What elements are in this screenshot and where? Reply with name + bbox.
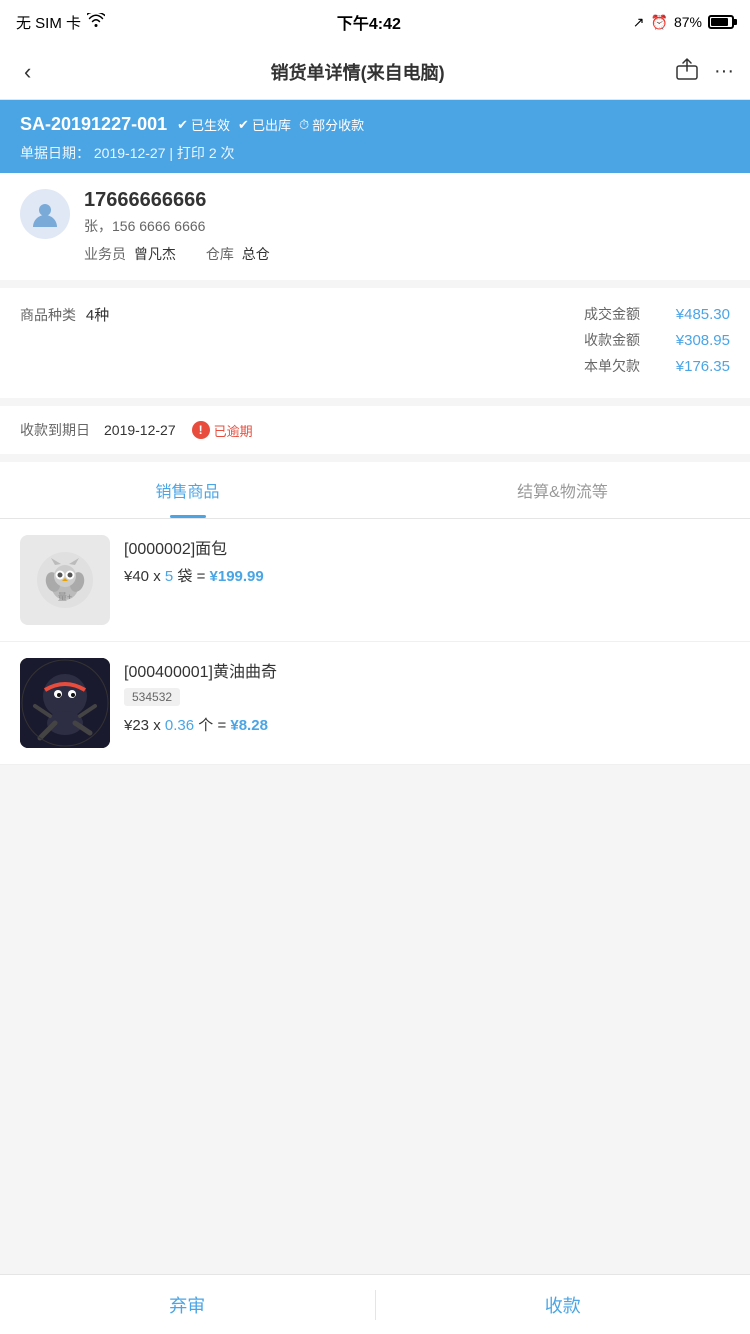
tabs-section: 销售商品 结算&物流等 — [0, 462, 750, 519]
product-types: 商品种类 4种 — [20, 304, 109, 325]
order-banner: SA-20191227-001 ✔ 已生效 ✔ 已出库 ⏱ 部分收款 单据日期：… — [0, 100, 750, 173]
amounts-row: 商品种类 4种 成交金额 ¥485.30 收款金额 ¥308.95 本单欠款 ¥… — [20, 304, 730, 382]
product-price-2: ¥23 x 0.36 个 = ¥8.28 — [124, 714, 730, 735]
check-icon-2: ✔ — [238, 117, 249, 133]
product-item-2: [000400001]黄油曲奇 534532 ¥23 x 0.36 个 = ¥8… — [0, 642, 750, 765]
overdue-icon: ! — [192, 421, 210, 439]
product-list: 量+ [0000002]面包 ¥40 x 5 袋 = ¥199.99 — [0, 519, 750, 765]
location-icon: ↗ — [633, 14, 645, 31]
order-id: SA-20191227-001 — [20, 114, 167, 135]
customer-section: 17666666666 张，156 6666 6666 业务员 曾凡杰 仓库 总… — [0, 173, 750, 288]
confirm-button[interactable]: 收款 — [376, 1276, 750, 1334]
status-partial-received: ⏱ 部分收款 — [299, 115, 364, 134]
status-time: 下午4:42 — [337, 10, 401, 34]
nav-bar: ‹ 销货单详情(来自电脑) ··· — [0, 44, 750, 100]
warehouse: 仓库 总仓 — [206, 244, 270, 264]
tab-settlement[interactable]: 结算&物流等 — [375, 462, 750, 518]
page-title: 销货单详情(来自电脑) — [271, 59, 445, 85]
back-button[interactable]: ‹ — [16, 51, 39, 93]
status-shipped: ✔ 已出库 — [238, 115, 291, 134]
owed-amount-line: 本单欠款 ¥176.35 — [584, 356, 730, 376]
due-section: 收款到期日 2019-12-27 ! 已逾期 — [0, 406, 750, 462]
overdue-badge: ! 已逾期 — [192, 421, 253, 440]
due-label: 收款到期日 — [20, 420, 90, 440]
clock-icon: ⏱ — [299, 117, 309, 133]
order-date: 单据日期： 2019-12-27 | 打印 2 次 — [20, 143, 730, 163]
bottom-bar: 弃审 收款 — [0, 1274, 750, 1334]
product-details-2: [000400001]黄油曲奇 534532 ¥23 x 0.36 个 = ¥8… — [124, 658, 730, 735]
product-sku-2: 534532 — [124, 688, 180, 706]
product-name-1: [0000002]面包 — [124, 535, 730, 559]
customer-avatar — [20, 189, 70, 239]
alarm-icon: ⏰ — [651, 14, 668, 31]
customer-meta: 业务员 曾凡杰 仓库 总仓 — [84, 244, 730, 264]
nav-actions: ··· — [676, 58, 734, 86]
product-details-1: [0000002]面包 ¥40 x 5 袋 = ¥199.99 — [124, 535, 730, 586]
amounts-section: 商品种类 4种 成交金额 ¥485.30 收款金额 ¥308.95 本单欠款 ¥… — [0, 288, 750, 406]
product-thumb-1: 量+ — [20, 535, 110, 625]
share-button[interactable] — [676, 58, 698, 86]
product-name-2: [000400001]黄油曲奇 — [124, 658, 730, 682]
due-date: 2019-12-27 — [104, 422, 176, 438]
status-left: 无 SIM 卡 — [16, 12, 105, 33]
svg-text:量+: 量+ — [58, 592, 72, 602]
status-bar: 无 SIM 卡 下午4:42 ↗ ⏰ 87% — [0, 0, 750, 44]
customer-name-phone: 张，156 6666 6666 — [84, 216, 730, 236]
received-amount-line: 收款金额 ¥308.95 — [584, 330, 730, 350]
status-effected: ✔ 已生效 — [177, 115, 230, 134]
overdue-text: 已逾期 — [214, 421, 253, 440]
product-thumb-2 — [20, 658, 110, 748]
check-icon-1: ✔ — [177, 117, 188, 133]
carrier-text: 无 SIM 卡 — [16, 12, 81, 33]
battery-icon — [708, 15, 734, 29]
customer-phone: 17666666666 — [84, 189, 730, 212]
status-tags: ✔ 已生效 ✔ 已出库 ⏱ 部分收款 — [177, 115, 364, 134]
order-banner-top: SA-20191227-001 ✔ 已生效 ✔ 已出库 ⏱ 部分收款 — [20, 114, 730, 135]
sales-person: 业务员 曾凡杰 — [84, 244, 176, 264]
cancel-button[interactable]: 弃审 — [0, 1276, 375, 1334]
customer-info: 17666666666 张，156 6666 6666 业务员 曾凡杰 仓库 总… — [84, 189, 730, 264]
status-right: ↗ ⏰ 87% — [633, 14, 734, 31]
battery-percent: 87% — [674, 14, 702, 30]
amounts-right: 成交金额 ¥485.30 收款金额 ¥308.95 本单欠款 ¥176.35 — [584, 304, 730, 382]
tab-products[interactable]: 销售商品 — [0, 462, 375, 518]
wifi-icon — [87, 13, 105, 31]
product-price-1: ¥40 x 5 袋 = ¥199.99 — [124, 565, 730, 586]
tabs-row: 销售商品 结算&物流等 — [0, 462, 750, 518]
more-button[interactable]: ··· — [714, 60, 734, 83]
product-item-1: 量+ [0000002]面包 ¥40 x 5 袋 = ¥199.99 — [0, 519, 750, 642]
deal-amount-line: 成交金额 ¥485.30 — [584, 304, 730, 324]
